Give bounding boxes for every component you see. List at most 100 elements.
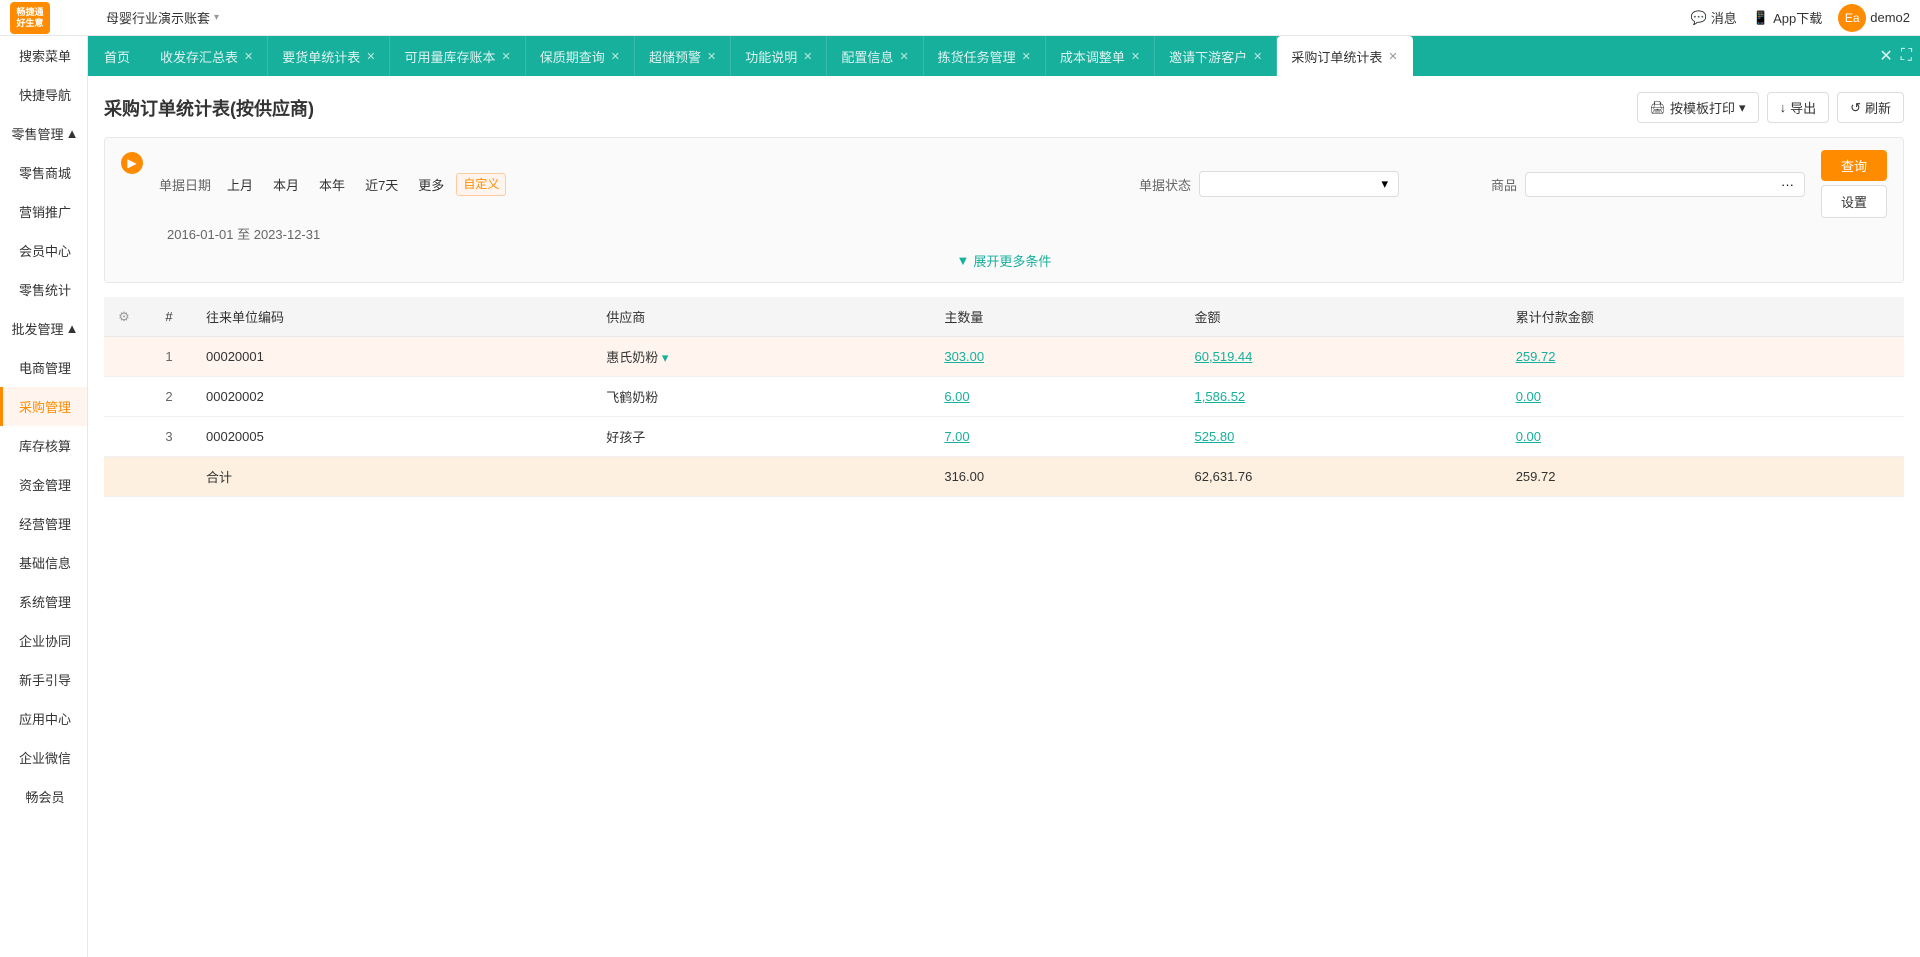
query-btn[interactable]: 查询 xyxy=(1821,150,1887,181)
sidebar-item-purchase-mgmt[interactable]: 采购管理 xyxy=(0,387,87,426)
sidebar-item-sys-mgmt[interactable]: 系统管理 xyxy=(0,582,87,621)
sidebar-item-enterprise-wechat[interactable]: 企业微信 xyxy=(0,738,87,777)
sidebar-item-vip[interactable]: 畅会员 xyxy=(0,777,87,816)
tab-invite-downstream-close-icon[interactable]: ✕ xyxy=(1253,50,1262,63)
tab-invite-downstream[interactable]: 邀请下游客户 ✕ xyxy=(1155,36,1277,76)
main-qty-link[interactable]: 303.00 xyxy=(944,349,984,364)
tab-overstock-close-icon[interactable]: ✕ xyxy=(707,50,716,63)
sidebar-item-ops-mgmt[interactable]: 经营管理 xyxy=(0,504,87,543)
sidebar-item-basic-info[interactable]: 基础信息 xyxy=(0,543,87,582)
amount-link[interactable]: 60,519.44 xyxy=(1195,349,1253,364)
footer-amount: 62,631.76 xyxy=(1183,457,1504,497)
tab-config-info-close-icon[interactable]: ✕ xyxy=(899,50,908,63)
shortcut-this-month[interactable]: 本月 xyxy=(265,173,307,196)
filter-goods-item: 商品 ··· xyxy=(1491,172,1805,197)
row-paid-amount-cell: 0.00 xyxy=(1504,377,1904,417)
expand-more-btn[interactable]: ▼ 展开更多条件 xyxy=(121,251,1887,270)
tab-recv-send-close-icon[interactable]: ✕ xyxy=(244,50,253,63)
app-download-btn[interactable]: 📱 App下载 xyxy=(1753,8,1822,27)
filter-collapse-btn[interactable]: ▶ xyxy=(121,152,143,174)
tab-fullscreen-icon[interactable]: ⛶ xyxy=(1901,47,1912,65)
sidebar-item-finance[interactable]: 资金管理 xyxy=(0,465,87,504)
template-print-btn[interactable]: 🖨 按模板打印 ▾ xyxy=(1637,92,1759,123)
tab-func-desc-close-icon[interactable]: ✕ xyxy=(803,50,812,63)
ecom-mgmt-label: 电商管理 xyxy=(19,361,71,376)
sidebar-item-retail-mgmt[interactable]: 零售管理 ▲ xyxy=(0,114,87,153)
goods-filter-input[interactable]: ··· xyxy=(1525,172,1805,197)
footer-label: 合计 xyxy=(194,457,932,497)
amount-link[interactable]: 525.80 xyxy=(1195,429,1235,444)
settings-btn[interactable]: 设置 xyxy=(1821,185,1887,218)
paid-amount-link[interactable]: 0.00 xyxy=(1516,429,1541,444)
main-qty-link[interactable]: 7.00 xyxy=(944,429,969,444)
page-header: 采购订单统计表(按供应商) 🖨 按模板打印 ▾ ↓ 导出 ↺ xyxy=(104,92,1904,123)
sidebar-item-ecom-mgmt[interactable]: 电商管理 xyxy=(0,348,87,387)
tab-order-stats-close-icon[interactable]: ✕ xyxy=(366,50,375,63)
tab-func-desc[interactable]: 功能说明 ✕ xyxy=(731,36,827,76)
status-select-arrow-icon: ▾ xyxy=(1381,176,1388,192)
finance-label: 资金管理 xyxy=(19,478,71,493)
message-btn[interactable]: 💬 消息 xyxy=(1691,8,1737,27)
content-area: 首页 收发存汇总表 ✕ 要货单统计表 ✕ 可用量库存账本 ✕ 保质期查询 ✕ xyxy=(88,36,1920,957)
row-amount-cell: 525.80 xyxy=(1183,417,1504,457)
tab-close-all-icon[interactable]: ✕ xyxy=(1879,46,1892,66)
sidebar-item-member-center[interactable]: 会员中心 xyxy=(0,231,87,270)
tab-cost-adjust-close-icon[interactable]: ✕ xyxy=(1131,50,1140,63)
basic-info-label: 基础信息 xyxy=(19,556,71,571)
row-main-qty-cell: 303.00 xyxy=(932,337,1182,377)
paid-amount-link[interactable]: 259.72 xyxy=(1516,349,1556,364)
shortcut-7days[interactable]: 近7天 xyxy=(357,173,406,196)
sidebar-item-enterprise-coop[interactable]: 企业协同 xyxy=(0,621,87,660)
status-filter-select[interactable]: ▾ xyxy=(1199,171,1399,197)
tab-cost-adjust[interactable]: 成本调整单 ✕ xyxy=(1046,36,1155,76)
sidebar-item-inventory[interactable]: 库存核算 xyxy=(0,426,87,465)
table-row[interactable]: 1 00020001 惠氏奶粉 ▾ 303.00 60,519.44 259.7… xyxy=(104,337,1904,377)
workspace-selector[interactable]: 母婴行业演示账套 ▾ xyxy=(106,8,1691,27)
shortcut-last-month[interactable]: 上月 xyxy=(219,173,261,196)
sidebar-item-newbie[interactable]: 新手引导 xyxy=(0,660,87,699)
main-qty-link[interactable]: 6.00 xyxy=(944,389,969,404)
paid-amount-link[interactable]: 0.00 xyxy=(1516,389,1541,404)
tab-purchase-order-stats[interactable]: 采购订单统计表 ✕ xyxy=(1277,36,1412,76)
date-shortcuts: 上月 本月 本年 近7天 更多 自定义 xyxy=(219,173,506,196)
custom-tag[interactable]: 自定义 xyxy=(456,173,506,196)
tab-expiry-query[interactable]: 保质期查询 ✕ xyxy=(526,36,635,76)
export-btn[interactable]: ↓ 导出 xyxy=(1767,92,1830,123)
sidebar-item-app-center[interactable]: 应用中心 xyxy=(0,699,87,738)
tab-avail-inv[interactable]: 可用量库存账本 ✕ xyxy=(390,36,525,76)
tab-picking-task[interactable]: 拣货任务管理 ✕ xyxy=(924,36,1046,76)
filter-date-item: 单据日期 上月 本月 本年 近7天 更多 自定义 xyxy=(159,173,506,196)
tab-picking-task-close-icon[interactable]: ✕ xyxy=(1022,50,1031,63)
tab-home[interactable]: 首页 xyxy=(88,36,146,76)
shortcut-more[interactable]: 更多 xyxy=(410,173,452,196)
logo-icon: 畅捷通好生意 xyxy=(10,2,50,34)
page-actions: 🖨 按模板打印 ▾ ↓ 导出 ↺ 刷新 xyxy=(1637,92,1905,123)
sidebar-item-marketing[interactable]: 营销推广 xyxy=(0,192,87,231)
user-area[interactable]: Ea demo2 xyxy=(1838,4,1910,32)
row-unit-code-cell: 00020001 xyxy=(194,337,594,377)
table-row[interactable]: 2 00020002 飞鹤奶粉 6.00 1,586.52 0.00 xyxy=(104,377,1904,417)
table-row[interactable]: 3 00020005 好孩子 7.00 525.80 0.00 xyxy=(104,417,1904,457)
sidebar-item-retail-mall[interactable]: 零售商城 xyxy=(0,153,87,192)
sidebar-item-search[interactable]: 搜索菜单 xyxy=(0,36,87,75)
tab-expiry-query-close-icon[interactable]: ✕ xyxy=(611,50,620,63)
amount-link[interactable]: 1,586.52 xyxy=(1195,389,1246,404)
tab-order-stats[interactable]: 要货单统计表 ✕ xyxy=(268,36,390,76)
sidebar-item-retail-stats[interactable]: 零售统计 xyxy=(0,270,87,309)
sidebar-item-wholesale-mgmt[interactable]: 批发管理 ▲ xyxy=(0,309,87,348)
date-range-value: 2016-01-01 至 2023-12-31 xyxy=(167,227,320,242)
tab-purchase-order-stats-close-icon[interactable]: ✕ xyxy=(1388,50,1397,63)
message-icon: 💬 xyxy=(1691,10,1707,26)
tab-picking-task-label: 拣货任务管理 xyxy=(938,47,1016,66)
shortcut-this-year[interactable]: 本年 xyxy=(311,173,353,196)
refresh-btn[interactable]: ↺ 刷新 xyxy=(1837,92,1904,123)
tab-avail-inv-close-icon[interactable]: ✕ xyxy=(502,50,511,63)
tab-func-desc-label: 功能说明 xyxy=(745,47,797,66)
collapse-icon: ▶ xyxy=(127,156,136,170)
sidebar-item-quick-nav[interactable]: 快捷导航 xyxy=(0,75,87,114)
tab-recv-send[interactable]: 收发存汇总表 ✕ xyxy=(146,36,268,76)
quick-nav-label: 快捷导航 xyxy=(19,88,71,103)
tab-overstock[interactable]: 超储预警 ✕ xyxy=(635,36,731,76)
column-settings-icon[interactable]: ⚙ xyxy=(118,309,130,324)
tab-config-info[interactable]: 配置信息 ✕ xyxy=(827,36,923,76)
